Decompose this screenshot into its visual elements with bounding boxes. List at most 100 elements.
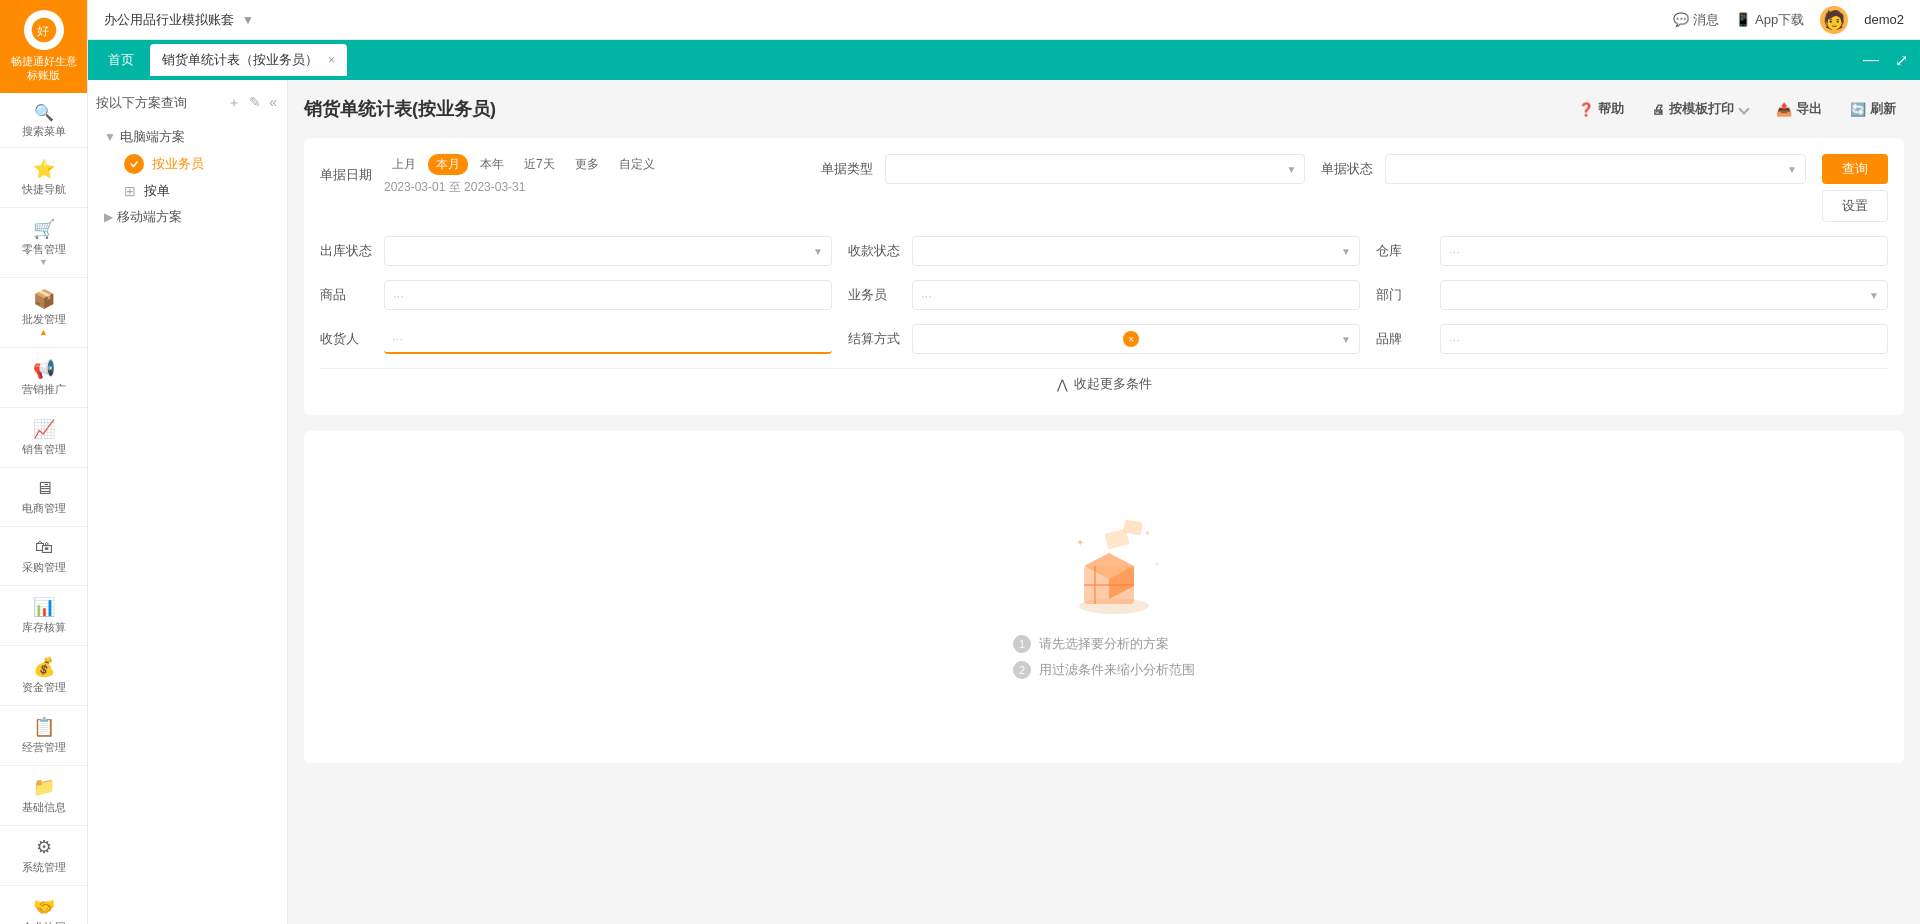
help-button[interactable]: ❓ 帮助: [1570, 96, 1632, 122]
sidebar-item-marketing[interactable]: 📢 营销推广: [0, 348, 87, 408]
user-avatar[interactable]: 🧑: [1820, 6, 1848, 34]
sidebar-label-retail: 零售管理: [22, 242, 66, 257]
user-name[interactable]: demo2: [1864, 12, 1904, 27]
department-label: 部门: [1376, 286, 1432, 304]
tab-maximize-button[interactable]: ⤢: [1891, 47, 1912, 74]
wholesale-arrow: ▲: [39, 327, 48, 337]
date-filter: 单据日期 上月 本月 本年 近7天 更多 自定义 2023-03-01 至 20…: [320, 154, 805, 196]
edit-scheme-button[interactable]: ✎: [247, 92, 263, 114]
sidebar-item-inventory[interactable]: 📊 库存核算: [0, 586, 87, 646]
topbar: 办公用品行业模拟账套 ▼ 💬 消息 📱 App下载 🧑 demo2: [88, 0, 1920, 40]
consignee-input[interactable]: ···: [384, 324, 832, 354]
warehouse-label: 仓库: [1376, 242, 1432, 260]
date-tag-more[interactable]: 更多: [567, 154, 607, 175]
messages-button[interactable]: 💬 消息: [1673, 11, 1719, 29]
out-status-select[interactable]: ▼: [384, 236, 832, 266]
svg-text:✦: ✦: [1154, 561, 1159, 567]
sidebar-item-ecommerce[interactable]: 🖥 电商管理: [0, 468, 87, 527]
sidebar-label-corp: 企业协同: [22, 920, 66, 924]
doc-status-select[interactable]: ▼: [1385, 154, 1806, 184]
sidebar-item-retail[interactable]: 🛒 零售管理 ▼: [0, 208, 87, 278]
goods-input[interactable]: ···: [384, 280, 832, 310]
salesperson-label: 业务员: [848, 286, 904, 304]
content-area: 按以下方案查询 ＋ ✎ « ▼ 电脑端方案 按业务员: [88, 80, 1920, 924]
receive-status-filter: 收款状态 ▼: [848, 236, 1360, 266]
sidebar-item-system[interactable]: ⚙ 系统管理: [0, 826, 87, 886]
department-select[interactable]: ▼: [1440, 280, 1888, 310]
date-tag-last-month[interactable]: 上月: [384, 154, 424, 175]
tab-home-label: 首页: [108, 51, 134, 69]
topbar-right: 💬 消息 📱 App下载 🧑 demo2: [1673, 6, 1904, 34]
sidebar-item-operations[interactable]: 📋 经营管理: [0, 706, 87, 766]
page-title-text: 销货单统计表(按业务员): [304, 97, 496, 121]
sidebar-label-purchase: 采购管理: [22, 560, 66, 575]
doc-status-label: 单据状态: [1321, 160, 1377, 178]
mobile-scheme-label: 移动端方案: [117, 208, 182, 226]
quick-nav[interactable]: ⭐ 快捷导航: [0, 148, 87, 208]
sidebar-item-finance[interactable]: 💰 资金管理: [0, 646, 87, 706]
collapse-panel-button[interactable]: «: [267, 92, 279, 114]
settings-button[interactable]: 设置: [1822, 190, 1888, 222]
page-title-row: 销货单统计表(按业务员) ❓ 帮助 🖨 按模板打印 📤 导出: [304, 96, 1904, 122]
warehouse-dots: ···: [1449, 244, 1460, 259]
app-download-button[interactable]: 📱 App下载: [1735, 11, 1804, 29]
tab-close-icon[interactable]: ×: [328, 53, 335, 67]
messages-icon: 💬: [1673, 12, 1689, 27]
department-chevron: ▼: [1869, 290, 1879, 301]
goods-label: 商品: [320, 286, 376, 304]
svg-rect-9: [1123, 520, 1143, 535]
date-tag-this-month[interactable]: 本月: [428, 154, 468, 175]
tabbar: 首页 销货单统计表（按业务员） × — ⤢: [88, 40, 1920, 80]
filter-row-3: 商品 ··· 业务员 ··· 部门: [320, 280, 1888, 310]
scheme-by-order[interactable]: ⊞ 按单: [116, 178, 279, 204]
sidebar-item-corp[interactable]: 🤝 企业协同: [0, 886, 87, 924]
scheme-by-salesperson[interactable]: 按业务员: [116, 150, 279, 178]
salesperson-input[interactable]: ···: [912, 280, 1360, 310]
svg-text:好: 好: [37, 24, 49, 38]
mobile-scheme-header[interactable]: ▶ 移动端方案: [96, 204, 279, 230]
sidebar-item-sales[interactable]: 📈 销售管理: [0, 408, 87, 468]
app-download-label: App下载: [1755, 11, 1804, 29]
refresh-button[interactable]: 🔄 刷新: [1842, 96, 1904, 122]
logo[interactable]: 好 畅捷通好生意 标账版: [0, 0, 87, 93]
desktop-scheme-header[interactable]: ▼ 电脑端方案: [96, 124, 279, 150]
filter-card: 单据日期 上月 本月 本年 近7天 更多 自定义 2023-03-01 至 20…: [304, 138, 1904, 415]
sidebar-label-inventory: 库存核算: [22, 620, 66, 635]
doc-type-select[interactable]: ▼: [885, 154, 1306, 184]
doc-type-chevron: ▼: [1286, 164, 1296, 175]
svg-rect-7: [1084, 584, 1134, 586]
filter-row-2: 出库状态 ▼ 收款状态 ▼ 仓库: [320, 236, 1888, 266]
tab-close-all-button[interactable]: —: [1859, 47, 1883, 73]
query-button[interactable]: 查询: [1822, 154, 1888, 184]
sidebar-item-basic-info[interactable]: 📁 基础信息: [0, 766, 87, 826]
date-range-text: 2023-03-01 至 2023-03-31: [384, 179, 805, 196]
payment-select[interactable]: × ▼: [912, 324, 1360, 354]
sidebar-item-wholesale[interactable]: 📦 批发管理 ▲: [0, 278, 87, 348]
out-status-filter: 出库状态 ▼: [320, 236, 832, 266]
print-button[interactable]: 🖨 按模板打印: [1644, 96, 1756, 122]
user-avatar-image: 🧑: [1823, 9, 1845, 31]
help-icon: ❓: [1578, 102, 1594, 117]
collapse-button[interactable]: ⋀ 收起更多条件: [320, 368, 1888, 399]
brand-input[interactable]: ···: [1440, 324, 1888, 354]
tab-sales-stats[interactable]: 销货单统计表（按业务员） ×: [150, 44, 347, 76]
industry-dropdown-icon[interactable]: ▼: [242, 13, 254, 27]
sidebar-label-system: 系统管理: [22, 860, 66, 875]
search-menu-label: 搜索菜单: [0, 124, 87, 139]
search-menu-button[interactable]: 🔍 搜索菜单: [0, 93, 87, 148]
export-button[interactable]: 📤 导出: [1768, 96, 1830, 122]
tab-home[interactable]: 首页: [96, 44, 146, 76]
empty-tip-1: 1 请先选择要分析的方案: [1013, 631, 1195, 657]
payment-chevron: ▼: [1341, 334, 1351, 345]
doc-type-filter: 单据类型 ▼: [821, 154, 1306, 184]
sidebar-item-purchase[interactable]: 🛍 采购管理: [0, 527, 87, 586]
date-tag-this-year[interactable]: 本年: [472, 154, 512, 175]
add-scheme-button[interactable]: ＋: [225, 92, 243, 114]
goods-filter: 商品 ···: [320, 280, 832, 310]
date-tag-custom[interactable]: 自定义: [611, 154, 663, 175]
payment-clear-icon[interactable]: ×: [1123, 331, 1139, 347]
warehouse-input[interactable]: ···: [1440, 236, 1888, 266]
desktop-scheme-label: 电脑端方案: [120, 128, 185, 146]
receive-status-select[interactable]: ▼: [912, 236, 1360, 266]
date-tag-7days[interactable]: 近7天: [516, 154, 563, 175]
